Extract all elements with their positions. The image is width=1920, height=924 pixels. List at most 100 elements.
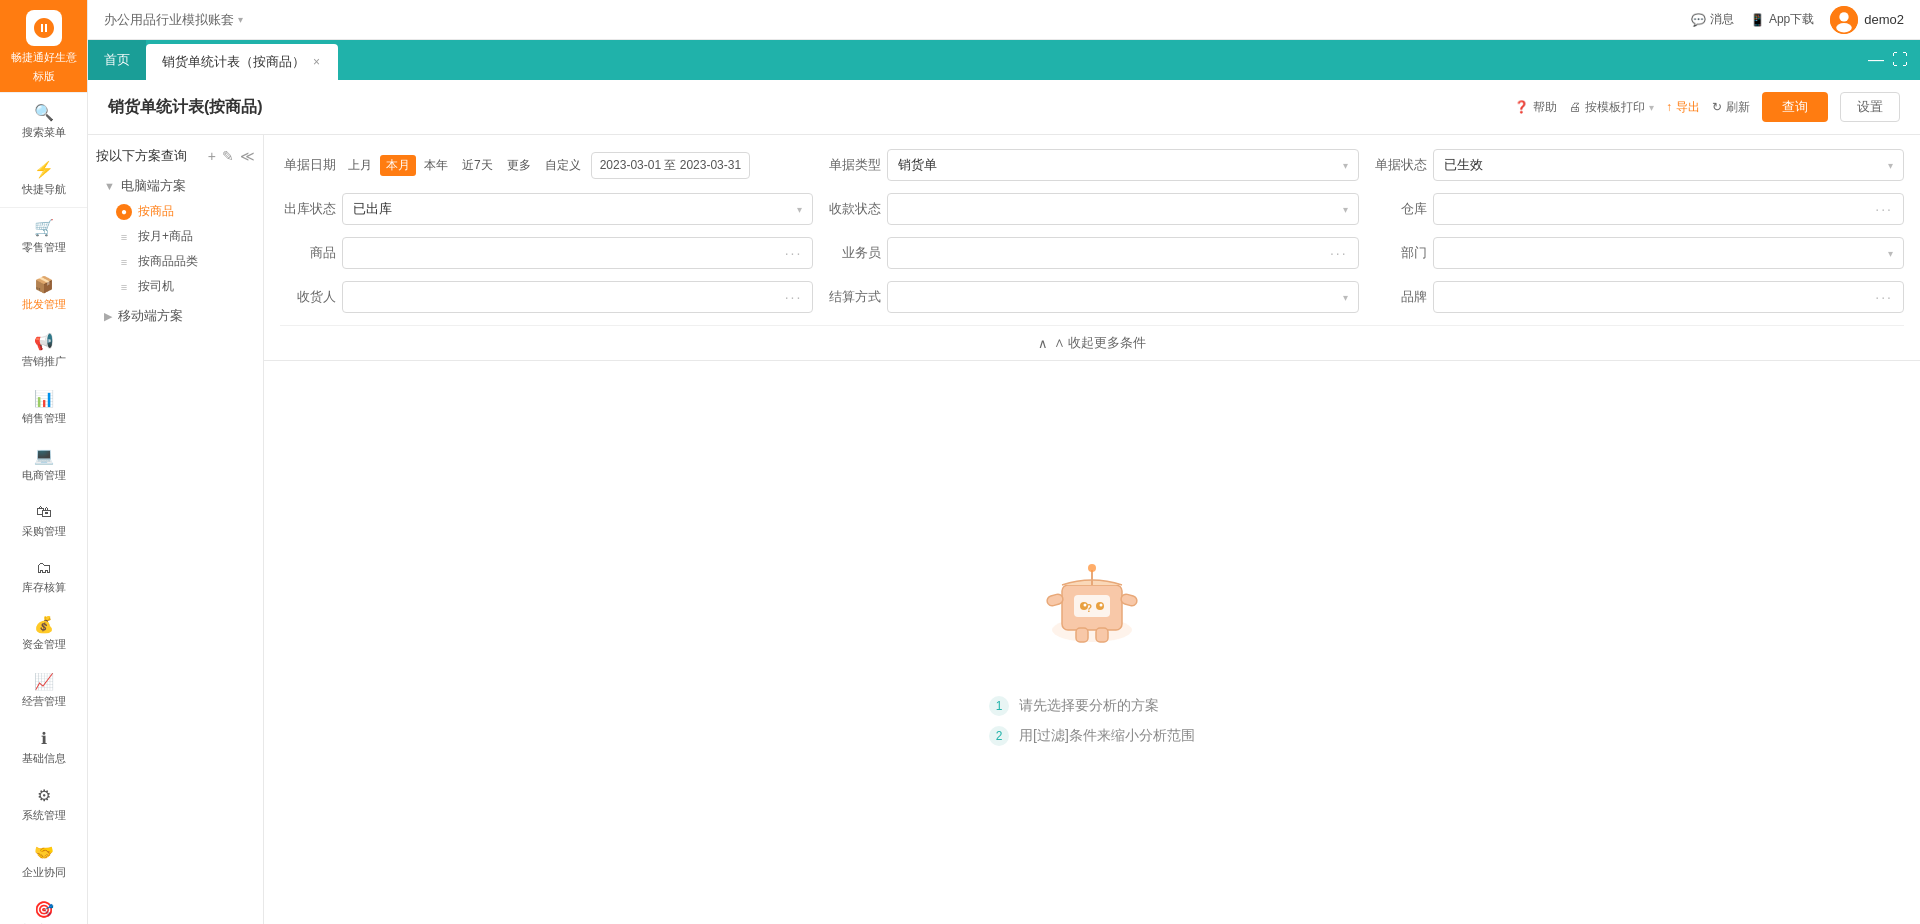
export-button[interactable]: ↑ 导出: [1666, 99, 1700, 116]
user-menu[interactable]: demo2: [1830, 6, 1904, 34]
collapse-filter-button[interactable]: ∧ ∧ 收起更多条件: [280, 325, 1904, 360]
dept-dropdown-icon: ▾: [1888, 248, 1893, 259]
date-tab-7days[interactable]: 近7天: [456, 155, 499, 176]
filter-row-4: 收货人 ··· 结算方式 ▾ 品牌: [280, 281, 1904, 313]
date-control-group: 上月 本月 本年 近7天 更多 自定义 2023-03-01 至 2023-03…: [342, 152, 813, 179]
goods-dots-icon: ···: [785, 245, 803, 261]
window-controls: — ⛶: [1856, 40, 1920, 80]
recstatus-control[interactable]: ▾: [887, 193, 1358, 225]
data-area: ? 1 请先选择要分析的方案 2 用[过滤]条件来缩小分析范围: [264, 361, 1920, 924]
tree-pc-group: ▼ 电脑端方案 ● 按商品 ≡ 按月+商品 ≡: [96, 173, 255, 299]
brand-dots-icon: ···: [1875, 289, 1893, 305]
minimize-icon[interactable]: —: [1868, 51, 1884, 69]
outstatus-control[interactable]: 已出库 ▾: [342, 193, 813, 225]
status-label: 单据状态: [1371, 156, 1427, 174]
scheme-icon-2: ≡: [116, 254, 132, 270]
sidebar-item-quicknav[interactable]: ⚡ 快捷导航: [0, 150, 87, 207]
sidebar-item-retail[interactable]: 🛒 零售管理: [0, 208, 87, 265]
industry-title[interactable]: 办公用品行业模拟账套 ▾: [104, 11, 243, 29]
avatar: [1830, 6, 1858, 34]
sidebar-item-ecommerce[interactable]: 💻 电商管理: [0, 436, 87, 493]
help-icon: ❓: [1514, 100, 1529, 114]
app-name: 畅捷通好生意: [11, 50, 77, 65]
refresh-button[interactable]: ↻ 刷新: [1712, 99, 1750, 116]
type-control[interactable]: 销货单 ▾: [887, 149, 1358, 181]
sidebar-item-marketing[interactable]: 📢 营销推广: [0, 322, 87, 379]
tab-home[interactable]: 首页: [88, 40, 146, 80]
sidebar-item-wholesale[interactable]: 📦 批发管理: [0, 265, 87, 322]
sidebar-item-finance[interactable]: 💰 资金管理: [0, 605, 87, 662]
retail-icon: 🛒: [34, 218, 54, 237]
collapse-icon: ∧: [1038, 336, 1048, 351]
dept-label: 部门: [1371, 244, 1427, 262]
sidebar-item-basic[interactable]: ℹ 基础信息: [0, 719, 87, 776]
sidebar-item-collab[interactable]: 🤝 企业协同: [0, 833, 87, 890]
print-icon: 🖨: [1569, 100, 1581, 114]
date-tab-more[interactable]: 更多: [501, 155, 537, 176]
date-tab-lastmonth[interactable]: 上月: [342, 155, 378, 176]
goods-label: 商品: [280, 244, 336, 262]
step-num-2: 2: [989, 726, 1009, 746]
tree-item-goods-category[interactable]: ≡ 按商品品类: [108, 249, 255, 274]
query-button[interactable]: 查询: [1762, 92, 1828, 122]
brand-control[interactable]: ···: [1433, 281, 1904, 313]
empty-state: ? 1 请先选择要分析的方案 2 用[过滤]条件来缩小分析范围: [989, 540, 1195, 746]
date-tab-thismonth[interactable]: 本月: [380, 155, 416, 176]
status-control[interactable]: 已生效 ▾: [1433, 149, 1904, 181]
newuser-icon: 🎯: [34, 900, 54, 919]
tree-item-by-goods[interactable]: ● 按商品: [108, 199, 255, 224]
filter-payment-item: 结算方式 ▾: [825, 281, 1358, 313]
sidebar-item-newuser[interactable]: 🎯 新手引导: [0, 890, 87, 924]
recstatus-label: 收款状态: [825, 200, 881, 218]
sidebar-item-system[interactable]: ⚙ 系统管理: [0, 776, 87, 833]
page-title: 销货单统计表(按商品): [108, 97, 263, 130]
set-button[interactable]: 设置: [1840, 92, 1900, 122]
filter-row-3: 商品 ··· 业务员 ··· 部门: [280, 237, 1904, 269]
operations-icon: 📈: [34, 672, 54, 691]
tab-active[interactable]: 销货单统计表（按商品） ×: [146, 44, 338, 80]
system-icon: ⚙: [37, 786, 51, 805]
sidebar-item-inventory[interactable]: 🗂 库存核算: [0, 549, 87, 605]
collapse-panel-icon[interactable]: ≪: [240, 148, 255, 164]
scheme-icon-3: ≡: [116, 279, 132, 295]
tree-group-mobile[interactable]: ▶ 移动端方案: [96, 303, 255, 329]
outstatus-label: 出库状态: [280, 200, 336, 218]
tree-item-driver[interactable]: ≡ 按司机: [108, 274, 255, 299]
add-scheme-icon[interactable]: +: [208, 148, 216, 164]
receiver-control[interactable]: ···: [342, 281, 813, 313]
message-icon: 💬: [1691, 13, 1706, 27]
filter-goods-item: 商品 ···: [280, 237, 813, 269]
goods-control[interactable]: ···: [342, 237, 813, 269]
app-download-button[interactable]: 📱 App下载: [1750, 11, 1814, 28]
sidebar-nav-list: 🛒 零售管理 📦 批发管理 📢 营销推广 📊 销售管理 💻 电商管理 🛍 采购管…: [0, 208, 87, 924]
filter-brand-item: 品牌 ···: [1371, 281, 1904, 313]
tree-item-month-goods[interactable]: ≡ 按月+商品: [108, 224, 255, 249]
tree-group-pc[interactable]: ▼ 电脑端方案: [96, 173, 255, 199]
sidebar-item-purchase[interactable]: 🛍 采购管理: [0, 493, 87, 549]
svg-point-1: [1840, 12, 1849, 21]
svg-point-2: [1836, 23, 1852, 32]
warehouse-control[interactable]: ···: [1433, 193, 1904, 225]
filter-dept-item: 部门 ▾: [1371, 237, 1904, 269]
empty-state-illustration: ?: [1032, 540, 1152, 660]
dept-control[interactable]: ▾: [1433, 237, 1904, 269]
help-button[interactable]: ❓ 帮助: [1514, 99, 1557, 116]
payment-control[interactable]: ▾: [887, 281, 1358, 313]
message-button[interactable]: 💬 消息: [1691, 11, 1734, 28]
app-logo[interactable]: 畅捷通好生意 标版: [0, 0, 87, 92]
staff-control[interactable]: ···: [887, 237, 1358, 269]
date-range-display[interactable]: 2023-03-01 至 2023-03-31: [591, 152, 750, 179]
warehouse-dots-icon: ···: [1875, 201, 1893, 217]
logo-icon: [26, 10, 62, 46]
date-tab-custom[interactable]: 自定义: [539, 155, 587, 176]
print-button[interactable]: 🖨 按模板打印 ▾: [1569, 99, 1654, 116]
sidebar-item-operations[interactable]: 📈 经营管理: [0, 662, 87, 719]
sidebar-item-sales[interactable]: 📊 销售管理: [0, 379, 87, 436]
edit-scheme-icon[interactable]: ✎: [222, 148, 234, 164]
sidebar-item-search[interactable]: 🔍 搜索菜单: [0, 93, 87, 150]
date-tab-thisyear[interactable]: 本年: [418, 155, 454, 176]
tab-close-icon[interactable]: ×: [311, 53, 322, 71]
maximize-icon[interactable]: ⛶: [1892, 51, 1908, 69]
content-area: 按以下方案查询 + ✎ ≪ ▼ 电脑端方案 ●: [88, 135, 1920, 924]
payment-label: 结算方式: [825, 288, 881, 306]
